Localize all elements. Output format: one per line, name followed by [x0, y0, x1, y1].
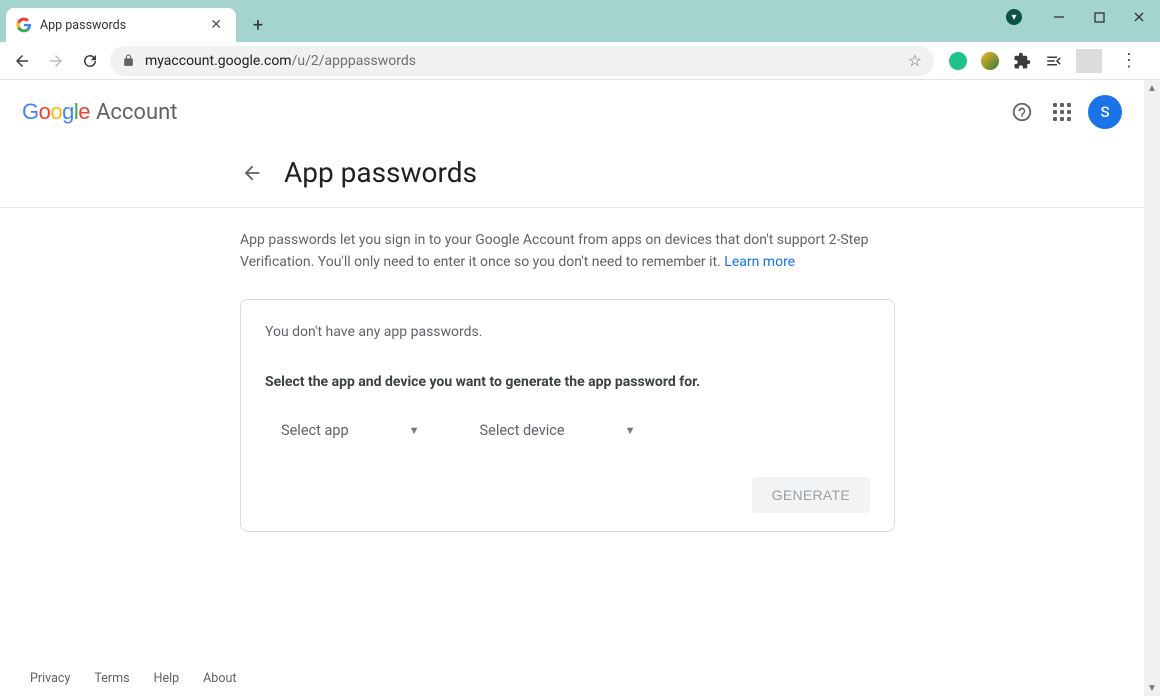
apps-grid-icon[interactable] — [1042, 92, 1082, 132]
app-passwords-card: You don't have any app passwords. Select… — [240, 299, 895, 532]
extension-icon-2[interactable] — [980, 51, 1000, 71]
select-device-dropdown[interactable]: Select device ▼ — [478, 418, 638, 443]
google-favicon — [16, 17, 32, 33]
profile-chip[interactable] — [1076, 49, 1102, 73]
extension-icon-3[interactable] — [1044, 51, 1064, 71]
nav-forward-button[interactable] — [42, 47, 70, 75]
window-maximize-button[interactable] — [1082, 3, 1116, 31]
bookmark-star-icon[interactable]: ☆ — [908, 51, 922, 70]
select-prompt: Select the app and device you want to ge… — [265, 374, 870, 390]
lock-icon — [122, 54, 135, 67]
select-app-label: Select app — [281, 422, 349, 439]
account-header: Google Account S — [0, 80, 1144, 144]
nav-back-button[interactable] — [8, 47, 36, 75]
reload-button[interactable] — [76, 47, 104, 75]
vertical-scrollbar[interactable]: ▲ ▼ — [1144, 80, 1160, 696]
scroll-down-icon[interactable]: ▼ — [1144, 680, 1160, 696]
browser-tab-strip: App passwords ✕ + ▾ — [0, 0, 1160, 42]
browser-toolbar: myaccount.google.com/u/2/apppasswords ☆ … — [0, 42, 1160, 80]
help-icon[interactable] — [1002, 92, 1042, 132]
window-controls: ▾ — [1006, 0, 1156, 34]
extension-icon-1[interactable] — [948, 51, 968, 71]
select-app-dropdown[interactable]: Select app ▼ — [279, 418, 422, 443]
footer-terms-link[interactable]: Terms — [94, 671, 129, 686]
main-column: App passwords let you sign in to your Go… — [240, 208, 895, 532]
page-footer: Privacy Terms Help About — [0, 671, 236, 686]
incognito-indicator-icon: ▾ — [1006, 9, 1022, 25]
address-bar[interactable]: myaccount.google.com/u/2/apppasswords ☆ — [110, 46, 934, 76]
generate-button[interactable]: GENERATE — [752, 477, 870, 513]
extensions-puzzle-icon[interactable] — [1012, 51, 1032, 71]
chrome-menu-button[interactable]: ⋮ — [1114, 50, 1144, 71]
window-close-button[interactable] — [1122, 3, 1156, 31]
page-content: Google Account S App passwords App passw… — [0, 80, 1144, 696]
intro-text: App passwords let you sign in to your Go… — [240, 230, 895, 273]
scroll-up-icon[interactable]: ▲ — [1144, 80, 1160, 96]
title-row: App passwords — [0, 144, 1144, 207]
browser-tab-active[interactable]: App passwords ✕ — [6, 8, 236, 42]
close-tab-icon[interactable]: ✕ — [206, 15, 226, 35]
select-device-label: Select device — [480, 422, 565, 439]
google-account-logo[interactable]: Google Account — [22, 99, 177, 125]
url-text: myaccount.google.com/u/2/apppasswords — [145, 53, 898, 69]
empty-state-text: You don't have any app passwords. — [265, 324, 870, 340]
extension-icons: ⋮ — [940, 49, 1152, 73]
footer-privacy-link[interactable]: Privacy — [30, 671, 70, 686]
chevron-down-icon: ▼ — [409, 424, 420, 437]
page-title: App passwords — [284, 156, 477, 189]
tab-title: App passwords — [40, 18, 198, 33]
footer-help-link[interactable]: Help — [154, 671, 180, 686]
new-tab-button[interactable]: + — [244, 11, 272, 39]
footer-about-link[interactable]: About — [203, 671, 236, 686]
page-back-button[interactable] — [240, 161, 264, 185]
window-minimize-button[interactable] — [1042, 3, 1076, 31]
account-avatar[interactable]: S — [1088, 95, 1122, 129]
learn-more-link[interactable]: Learn more — [724, 254, 795, 270]
chevron-down-icon: ▼ — [625, 424, 636, 437]
